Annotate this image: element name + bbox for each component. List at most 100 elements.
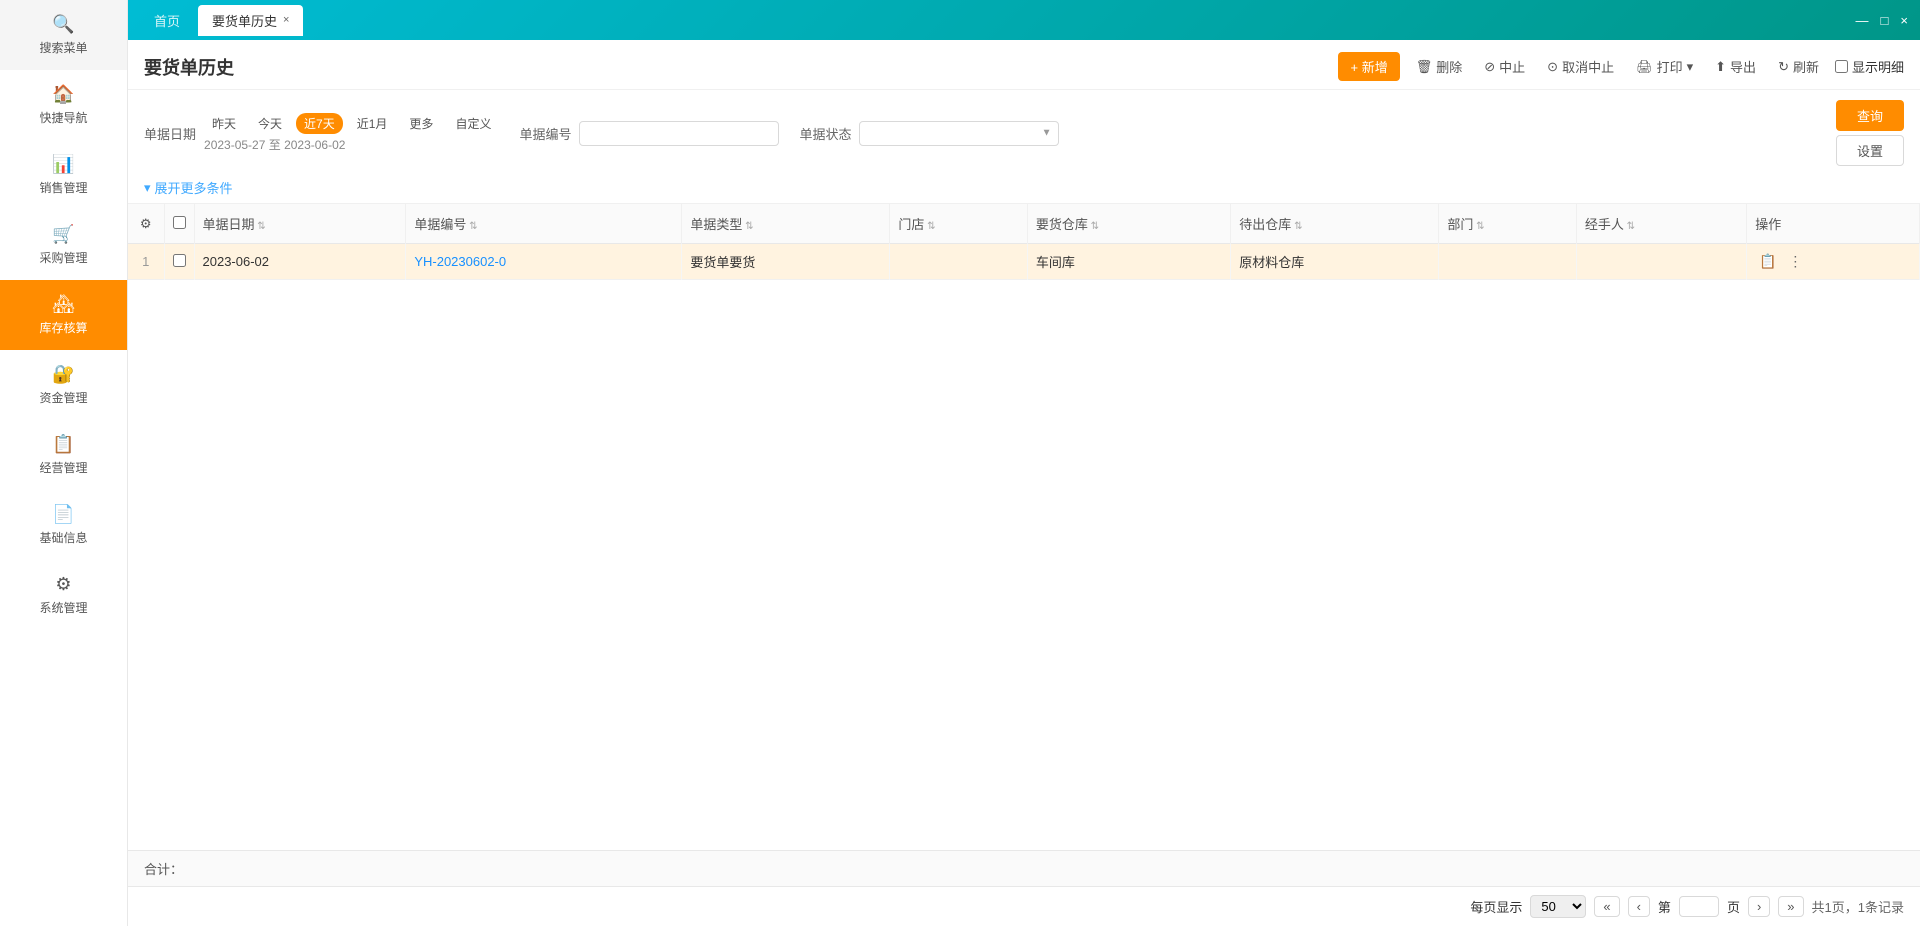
row-op-view-icon[interactable]: 📋 <box>1755 251 1780 271</box>
close-window-icon[interactable]: × <box>1900 13 1908 28</box>
operation-header: 操作 <box>1747 204 1920 244</box>
page-go-label: 第 <box>1658 897 1671 916</box>
filter-area: 单据日期 昨天 今天 近7天 近1月 更多 自定义 2023-05-27 至 2… <box>128 90 1920 204</box>
sidebar-item-system[interactable]: ⚙ 系统管理 <box>0 560 127 630</box>
sidebar-item-basic-info[interactable]: 📄 基础信息 <box>0 490 127 560</box>
tab-active[interactable]: 要货单历史 × <box>198 5 303 36</box>
date-options: 昨天 今天 近7天 近1月 更多 自定义 <box>204 113 499 134</box>
date-btn-yesterday[interactable]: 昨天 <box>204 113 244 134</box>
basic-info-icon: 📄 <box>52 504 74 525</box>
export-label: 导出 <box>1730 57 1756 76</box>
sidebar-item-quick-nav[interactable]: 🏠 快捷导航 <box>0 70 127 140</box>
table-row: 1 2023-06-02 YH-20230602-0 要货单要货 车间库 原材料… <box>128 244 1920 280</box>
doc-status-select[interactable] <box>859 121 1059 146</box>
purchase-icon: 🛒 <box>52 224 74 245</box>
home-icon: 🏠 <box>52 84 74 105</box>
sidebar-item-label: 经营管理 <box>39 459 87 476</box>
page-size-label: 每页显示 <box>1470 897 1522 916</box>
doc-number-input[interactable] <box>579 121 779 146</box>
tab-home[interactable]: 首页 <box>140 5 194 36</box>
inventory-icon: 🏘 <box>52 294 75 315</box>
action-buttons: 查询 设置 <box>1836 100 1904 166</box>
suspend-button[interactable]: ⊘ 中止 <box>1478 53 1531 80</box>
suspend-icon: ⊘ <box>1484 59 1495 75</box>
sidebar-item-operations[interactable]: 📋 经营管理 <box>0 420 127 490</box>
close-tab-icon[interactable]: × <box>283 14 289 26</box>
doc-type-header[interactable]: 单据类型 <box>682 204 890 244</box>
first-page-button[interactable]: « <box>1594 896 1619 917</box>
data-table: ⚙ 单据日期 单据编号 单据类型 门店 要货仓库 待出仓库 部门 经手人 操作 <box>128 204 1920 280</box>
operations-icon: 📋 <box>52 434 74 455</box>
minimize-icon[interactable]: — <box>1856 13 1869 28</box>
checkbox-header[interactable] <box>164 204 194 244</box>
total-info: 共1页，1条记录 <box>1812 897 1904 916</box>
select-all-checkbox[interactable] <box>173 216 186 229</box>
prev-page-button[interactable]: ‹ <box>1628 896 1650 917</box>
table-header-row: ⚙ 单据日期 单据编号 单据类型 门店 要货仓库 待出仓库 部门 经手人 操作 <box>128 204 1920 244</box>
sidebar-item-label: 系统管理 <box>39 599 87 616</box>
row-op-more-icon[interactable]: ⋮ <box>1784 251 1806 271</box>
sidebar-item-inventory[interactable]: 🏘 库存核算 <box>0 280 127 350</box>
doc-number-filter: 单据编号 <box>519 121 779 146</box>
delete-button[interactable]: 🗑 删除 <box>1410 53 1469 80</box>
last-page-button[interactable]: » <box>1778 896 1803 917</box>
sidebar-item-sales[interactable]: 📊 销售管理 <box>0 140 127 210</box>
refresh-icon: ↻ <box>1778 59 1789 75</box>
store-header[interactable]: 门店 <box>890 204 1027 244</box>
sidebar-item-label: 销售管理 <box>39 179 87 196</box>
department-header[interactable]: 部门 <box>1439 204 1576 244</box>
row-handler <box>1576 244 1746 280</box>
new-button[interactable]: + 新增 <box>1338 52 1399 81</box>
doc-date-header[interactable]: 单据日期 <box>194 204 406 244</box>
system-icon: ⚙ <box>55 574 71 595</box>
doc-number-label: 单据编号 <box>519 124 571 143</box>
pending-warehouse-header[interactable]: 待出仓库 <box>1231 204 1439 244</box>
row-store <box>890 244 1027 280</box>
req-warehouse-header[interactable]: 要货仓库 <box>1027 204 1230 244</box>
export-button[interactable]: ⬆ 导出 <box>1709 53 1762 80</box>
sidebar-item-finance[interactable]: 🔐 资金管理 <box>0 350 127 420</box>
date-btn-7days[interactable]: 近7天 <box>296 113 343 134</box>
search-menu-icon: 🔍 <box>52 14 74 35</box>
doc-status-select-wrapper <box>859 121 1059 146</box>
refresh-button[interactable]: ↻ 刷新 <box>1772 53 1825 80</box>
doc-number-header[interactable]: 单据编号 <box>406 204 682 244</box>
sidebar-item-label: 搜索菜单 <box>39 39 87 56</box>
maximize-icon[interactable]: □ <box>1881 13 1889 28</box>
date-btn-more[interactable]: 更多 <box>401 113 441 134</box>
table-settings-header[interactable]: ⚙ <box>128 204 164 244</box>
cancel-suspend-label: 取消中止 <box>1562 57 1614 76</box>
sidebar-item-purchase[interactable]: 🛒 采购管理 <box>0 210 127 280</box>
query-button[interactable]: 查询 <box>1836 100 1904 131</box>
page-number-input[interactable]: 1 <box>1679 896 1719 917</box>
table-footer: 合计： <box>128 850 1920 886</box>
sidebar-item-label: 采购管理 <box>39 249 87 266</box>
sidebar-item-label: 库存核算 <box>39 319 87 336</box>
row-checkbox[interactable] <box>173 254 186 267</box>
cancel-suspend-button[interactable]: ⊙ 取消中止 <box>1541 53 1620 80</box>
display-detail-checkbox[interactable] <box>1835 60 1848 73</box>
sidebar-item-search[interactable]: 🔍 搜索菜单 <box>0 0 127 70</box>
date-btn-today[interactable]: 今天 <box>250 113 290 134</box>
topbar-right-controls: — □ × <box>1856 13 1908 28</box>
next-page-button[interactable]: › <box>1748 896 1770 917</box>
page-size-select[interactable]: 50 100 200 <box>1530 895 1586 918</box>
page-separator: 页 <box>1727 897 1740 916</box>
date-filter: 单据日期 昨天 今天 近7天 近1月 更多 自定义 2023-05-27 至 2… <box>144 113 499 153</box>
date-btn-custom[interactable]: 自定义 <box>447 113 499 134</box>
cancel-suspend-icon: ⊙ <box>1547 59 1558 75</box>
display-detail-wrapper: 显示明细 <box>1835 57 1904 76</box>
pagination: 每页显示 50 100 200 « ‹ 第 1 页 › » 共1页，1条记录 <box>128 886 1920 926</box>
handler-header[interactable]: 经手人 <box>1576 204 1746 244</box>
setting-button[interactable]: 设置 <box>1836 135 1904 166</box>
doc-number-link[interactable]: YH-20230602-0 <box>414 254 506 269</box>
table-container: ⚙ 单据日期 单据编号 单据类型 门店 要货仓库 待出仓库 部门 经手人 操作 <box>128 204 1920 850</box>
suspend-label: 中止 <box>1499 57 1525 76</box>
row-department <box>1439 244 1576 280</box>
print-button[interactable]: 🖨 打印 ▾ <box>1630 53 1699 80</box>
expand-more-btn[interactable]: ▾ 展开更多条件 <box>144 178 233 197</box>
finance-icon: 🔐 <box>52 364 74 385</box>
row-doc-number: YH-20230602-0 <box>406 244 682 280</box>
date-btn-1month[interactable]: 近1月 <box>349 113 396 134</box>
sidebar-item-label: 基础信息 <box>39 529 87 546</box>
